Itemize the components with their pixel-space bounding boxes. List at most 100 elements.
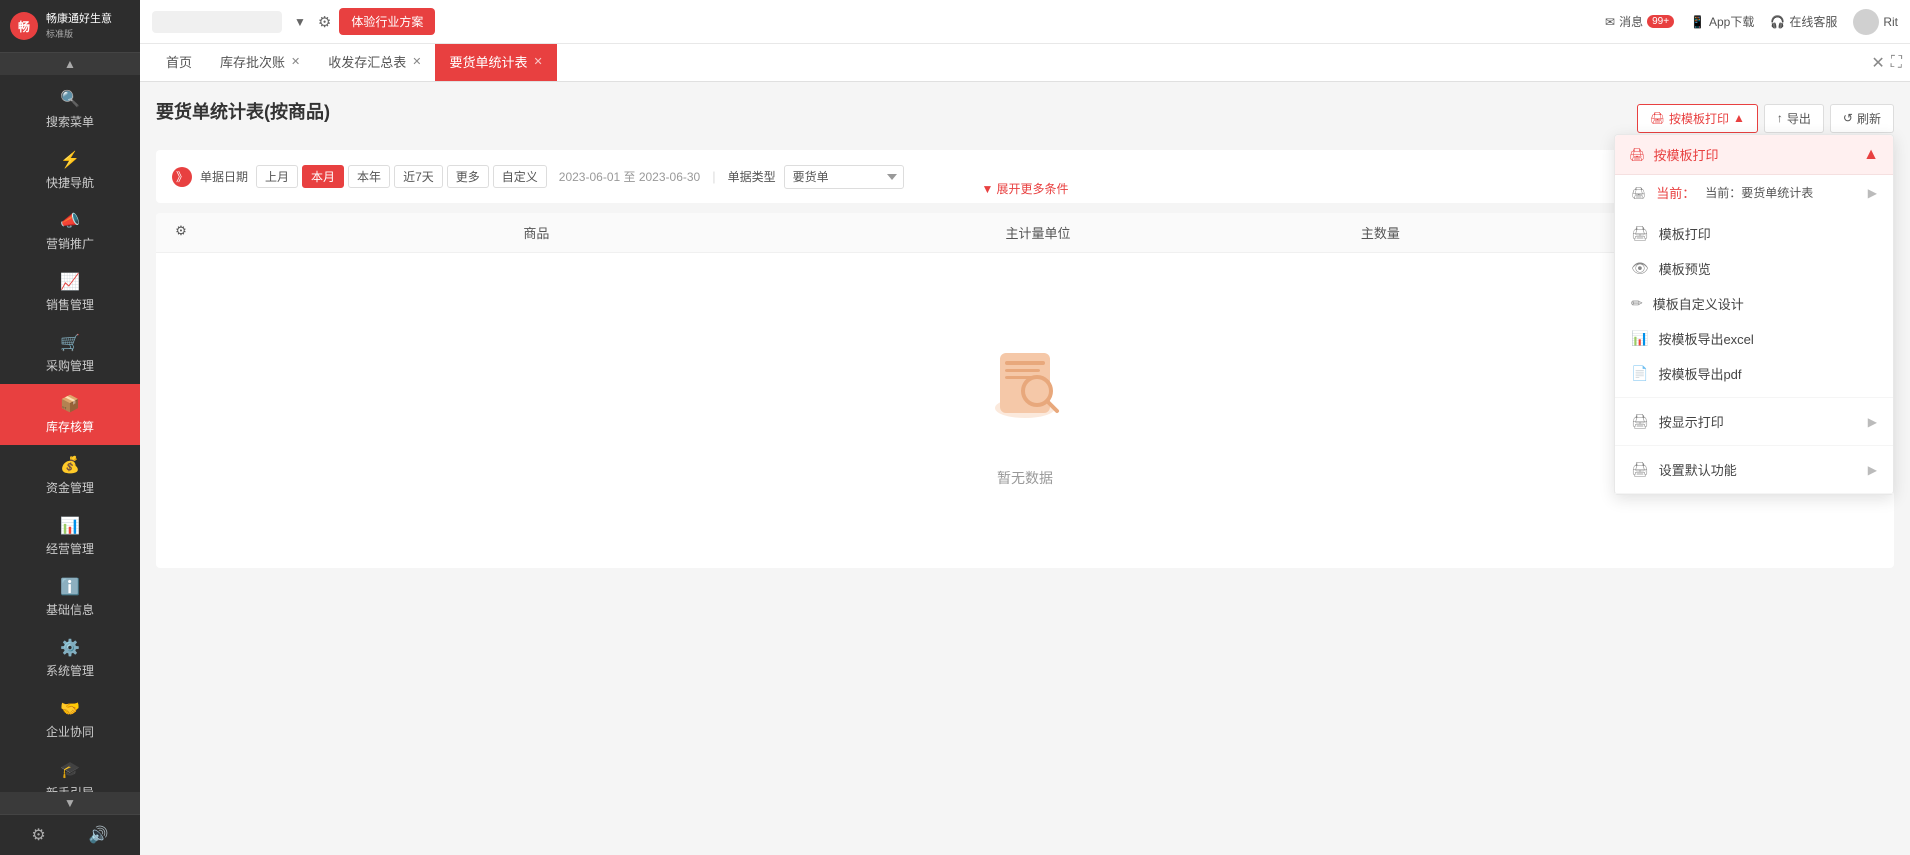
- sidebar-item-enterprise[interactable]: 🤝 企业协同: [0, 689, 140, 750]
- col-settings[interactable]: ⚙: [156, 213, 206, 252]
- app-name: 畅康通好生意: [46, 12, 112, 27]
- tab-close-icon[interactable]: ✕: [412, 55, 421, 68]
- topbar-gear-icon[interactable]: ⚙: [318, 13, 331, 31]
- marketing-icon: 📣: [60, 211, 80, 231]
- col-quantity: 主数量: [1209, 213, 1551, 252]
- current-badge: 当前：: [1656, 183, 1695, 202]
- guide-icon: 🎓: [60, 760, 80, 780]
- dropdown-item-export-pdf[interactable]: 📄 按模板导出pdf: [1615, 356, 1893, 391]
- topbar-dropdown-icon[interactable]: ▼: [290, 11, 310, 33]
- sidebar-item-finance[interactable]: 💰 资金管理: [0, 445, 140, 506]
- template-preview-label: 模板预览: [1659, 259, 1877, 278]
- template-custom-icon: ✏: [1631, 295, 1643, 312]
- date-btn-this-year[interactable]: 本年: [348, 165, 390, 188]
- template-preview-icon: 👁: [1631, 260, 1649, 277]
- sidebar-item-inventory[interactable]: 📦 库存核算: [0, 384, 140, 445]
- online-service-label: 在线客服: [1789, 13, 1837, 30]
- display-print-icon: 🖨: [1631, 413, 1649, 430]
- filter-divider: |: [712, 169, 715, 184]
- date-label: 单据日期: [200, 168, 248, 185]
- search-input[interactable]: [152, 11, 282, 33]
- dropdown-current-row[interactable]: 🖨 当前： 当前：要货单统计表 ▶: [1615, 175, 1893, 210]
- sidebar-scroll-down[interactable]: ▼: [0, 792, 140, 814]
- avatar: [1853, 9, 1879, 35]
- filter-expand-button[interactable]: 》: [172, 167, 192, 187]
- sidebar-item-search[interactable]: 🔍 搜索菜单: [0, 79, 140, 140]
- sidebar-item-guide[interactable]: 🎓 新手引导: [0, 750, 140, 792]
- page-content: 要货单统计表(按商品) 🖨 按模板打印 ▲ ↑ 导出 ↺ 刷新: [140, 82, 1910, 855]
- sidebar-item-system[interactable]: ⚙️ 系统管理: [0, 628, 140, 689]
- set-default-label: 设置默认功能: [1659, 460, 1858, 479]
- sidebar-item-label: 营销推广: [46, 235, 94, 252]
- date-btn-custom[interactable]: 自定义: [493, 165, 547, 188]
- maximize-icon[interactable]: ⛶: [1891, 54, 1902, 72]
- tab-label: 要货单统计表: [449, 52, 527, 71]
- tab-home[interactable]: 首页: [152, 44, 206, 81]
- sidebar-item-label: 搜索菜单: [46, 113, 94, 130]
- user-name: Rit: [1883, 15, 1898, 29]
- sidebar-item-basic-info[interactable]: ℹ️ 基础信息: [0, 567, 140, 628]
- sidebar-item-label: 采购管理: [46, 357, 94, 374]
- inventory-icon: 📦: [60, 394, 80, 414]
- display-print-label: 按显示打印: [1659, 412, 1858, 431]
- sidebar-item-quick-nav[interactable]: ⚡ 快捷导航: [0, 140, 140, 201]
- date-btn-this-month[interactable]: 本月: [302, 165, 344, 188]
- template-print-icon: 🖨: [1631, 225, 1649, 242]
- help-bottom-icon[interactable]: 🔊: [89, 825, 109, 845]
- date-btn-last-month[interactable]: 上月: [256, 165, 298, 188]
- sidebar-item-marketing[interactable]: 📣 营销推广: [0, 201, 140, 262]
- dropdown-item-template-custom[interactable]: ✏ 模板自定义设计: [1615, 286, 1893, 321]
- date-buttons: 上月 本月 本年 近7天 更多 自定义: [256, 165, 547, 188]
- tab-bar: 首页 库存批次账 ✕ 收发存汇总表 ✕ 要货单统计表 ✕ ✕ ⛶: [140, 44, 1910, 82]
- dropdown-item-template-print[interactable]: 🖨 模板打印: [1615, 216, 1893, 251]
- sidebar-item-purchase[interactable]: 🛒 采购管理: [0, 323, 140, 384]
- tab-inventory-batch[interactable]: 库存批次账 ✕: [206, 44, 314, 81]
- refresh-button[interactable]: ↺ 刷新: [1830, 104, 1894, 133]
- main-area: ▼ ⚙ 体验行业方案 ✉ 消息 99+ 📱 App下载 🎧 在线客服 Rit: [140, 0, 1910, 855]
- print-template-button[interactable]: 🖨 按模板打印 ▲: [1637, 104, 1758, 133]
- tab-order-stats[interactable]: 要货单统计表 ✕: [435, 44, 556, 81]
- chevron-up-icon: ▲: [1733, 111, 1745, 125]
- expand-icon: ▼: [982, 182, 994, 196]
- dropdown-item-export-excel[interactable]: 📊 按模板导出excel: [1615, 321, 1893, 356]
- dropdown-item-template-preview[interactable]: 👁 模板预览: [1615, 251, 1893, 286]
- lightning-icon: ⚡: [60, 150, 80, 170]
- tab-close-icon[interactable]: ✕: [291, 55, 300, 68]
- export-button[interactable]: ↑ 导出: [1764, 104, 1824, 133]
- tab-label: 库存批次账: [220, 52, 285, 71]
- export-pdf-icon: 📄: [1631, 365, 1648, 382]
- template-print-label: 模板打印: [1659, 224, 1877, 243]
- promo-button[interactable]: 体验行业方案: [339, 8, 435, 35]
- dropdown-item-set-default[interactable]: 🖨 设置默认功能 ▶: [1615, 452, 1893, 487]
- settings-bottom-icon[interactable]: ⚙: [31, 825, 45, 845]
- user-area[interactable]: Rit: [1853, 9, 1898, 35]
- app-download-btn[interactable]: 📱 App下载: [1690, 13, 1754, 30]
- sidebar-item-operations[interactable]: 📊 经营管理: [0, 506, 140, 567]
- dropdown-item-display-print[interactable]: 🖨 按显示打印 ▶: [1615, 404, 1893, 439]
- sidebar-item-sales[interactable]: 📈 销售管理: [0, 262, 140, 323]
- close-tab-icon[interactable]: ✕: [1871, 53, 1884, 73]
- search-icon: 🔍: [60, 89, 80, 109]
- message-icon: ✉: [1605, 15, 1615, 29]
- date-btn-7days[interactable]: 近7天: [394, 165, 443, 188]
- expand-conditions-button[interactable]: ▼ 展开更多条件: [982, 180, 1069, 197]
- col-product: 商品: [206, 213, 867, 252]
- online-service-btn[interactable]: 🎧 在线客服: [1770, 13, 1837, 30]
- date-btn-more[interactable]: 更多: [447, 165, 489, 188]
- tab-bar-right: ✕ ⛶: [1871, 44, 1902, 81]
- sidebar-logo: 畅 畅康通好生意 标准版: [0, 0, 140, 53]
- type-select[interactable]: 要货单: [784, 165, 904, 189]
- sidebar-scroll-up[interactable]: ▲: [0, 53, 140, 75]
- export-excel-label: 按模板导出excel: [1658, 329, 1877, 348]
- headset-icon: 🎧: [1770, 15, 1785, 29]
- current-icon: 🖨: [1631, 186, 1646, 200]
- dropdown-close-button[interactable]: ▲: [1863, 146, 1879, 164]
- message-btn[interactable]: ✉ 消息 99+: [1605, 13, 1674, 30]
- tab-receivable-summary[interactable]: 收发存汇总表 ✕: [314, 44, 435, 81]
- app-download-label: App下载: [1709, 13, 1754, 30]
- tab-close-icon[interactable]: ✕: [534, 55, 543, 68]
- app-download-icon: 📱: [1690, 15, 1705, 29]
- tab-label: 收发存汇总表: [328, 52, 406, 71]
- sidebar-item-label: 快捷导航: [46, 174, 94, 191]
- date-range-display: 2023-06-01 至 2023-06-30: [559, 168, 700, 185]
